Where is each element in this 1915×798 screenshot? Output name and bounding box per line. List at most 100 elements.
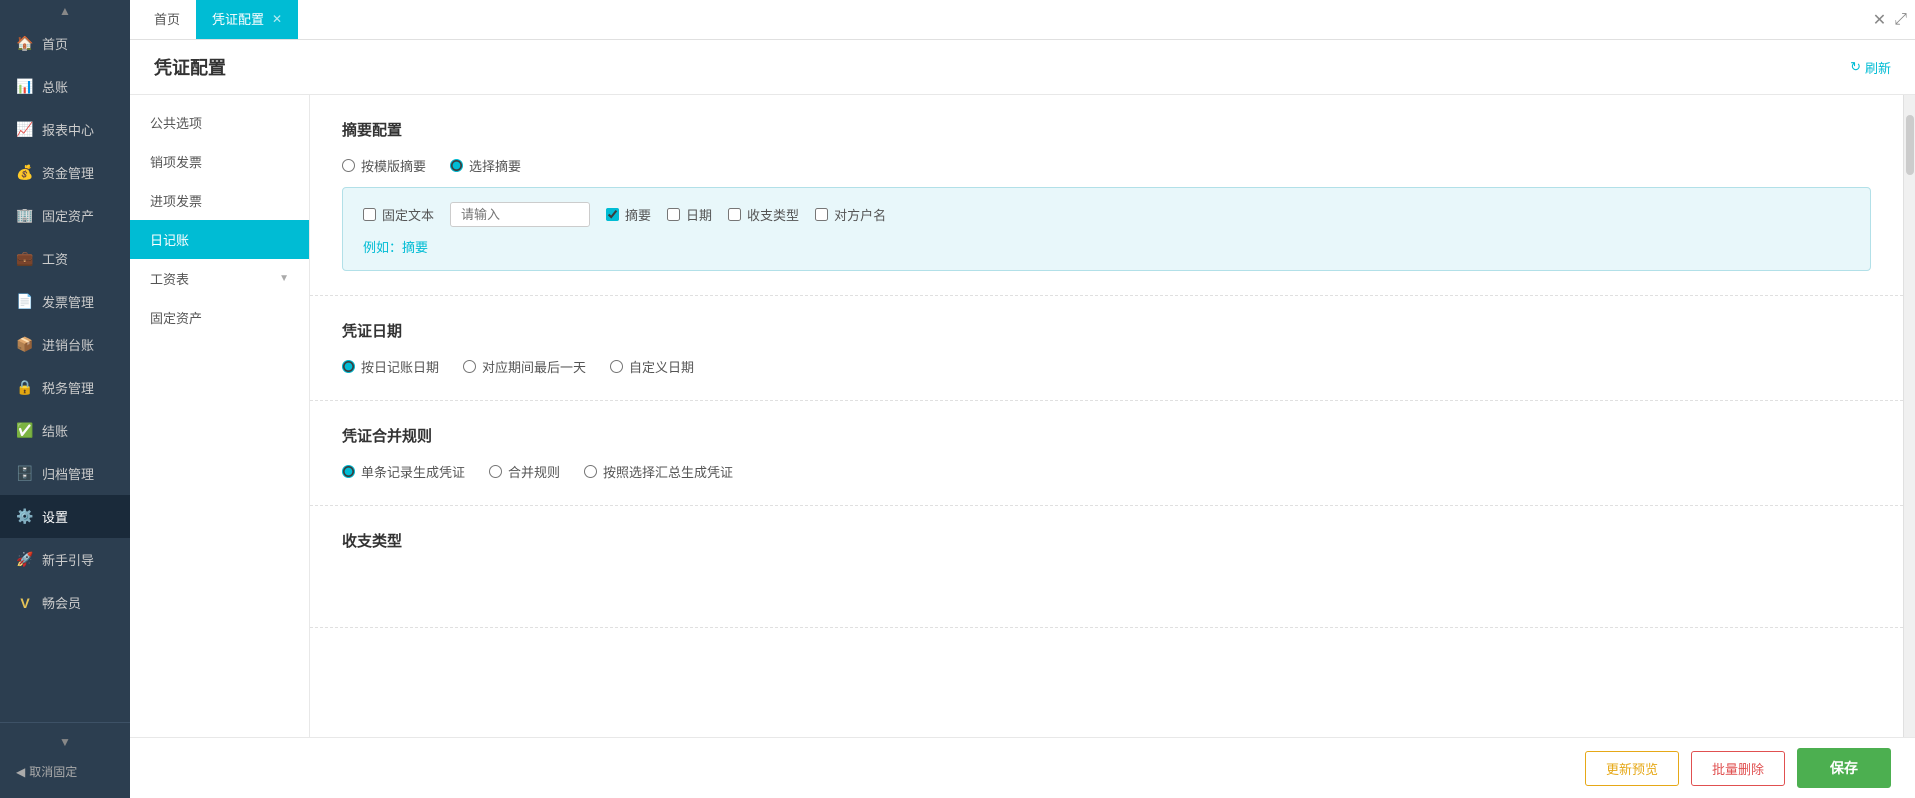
fixed-text-input[interactable] — [450, 202, 590, 227]
voucher-date-radio-group: 按日记账日期 对应期间最后一天 自定义日期 — [342, 357, 1871, 376]
tab-bar-actions: ✕ ⤢ — [1873, 10, 1907, 30]
tab-expand-icon[interactable]: ⤢ — [1894, 11, 1907, 29]
radio-merge-rule[interactable]: 合并规则 — [489, 462, 560, 481]
nav-public-options[interactable]: 公共选项 — [130, 103, 309, 142]
sidebar-item-ledger[interactable]: 📊 总账 — [0, 65, 130, 108]
cb-counterpart-input[interactable] — [815, 208, 828, 221]
sidebar-item-archive[interactable]: 🗄️ 归档管理 — [0, 452, 130, 495]
trade-ledger-icon: 📦 — [16, 336, 34, 353]
cb-summary-input[interactable] — [606, 208, 619, 221]
pin-icon: ◀ — [16, 765, 25, 779]
sidebar-item-member[interactable]: V 畅会员 — [0, 581, 130, 624]
left-nav: 公共选项 销项发票 进项发票 日记账 工资表 ▼ 固定资产 — [130, 95, 310, 737]
radio-select-summary[interactable]: 选择摘要 — [450, 156, 521, 175]
nav-fixed-assets[interactable]: 固定资产 — [130, 298, 309, 337]
bottom-bar: 更新预览 批量删除 保存 — [130, 737, 1915, 798]
chevron-down-icon: ▼ — [279, 273, 289, 284]
content-area: 凭证配置 ↻ 刷新 公共选项 销项发票 进项发票 日记账 — [130, 40, 1915, 798]
tab-voucher-config[interactable]: 凭证配置 ✕ — [196, 0, 298, 39]
page-title: 凭证配置 — [154, 54, 226, 80]
radio-select-merge[interactable]: 按照选择汇总生成凭证 — [584, 462, 733, 481]
radio-by-journal-date-input[interactable] — [342, 360, 355, 373]
cb-date-input[interactable] — [667, 208, 680, 221]
nav-journal[interactable]: 日记账 — [130, 220, 309, 259]
radio-select-input[interactable] — [450, 159, 463, 172]
radio-by-journal-date[interactable]: 按日记账日期 — [342, 357, 439, 376]
sidebar-item-assets[interactable]: 🏢 固定资产 — [0, 194, 130, 237]
nav-payroll-table[interactable]: 工资表 ▼ — [130, 259, 309, 298]
sidebar-scroll-up[interactable]: ▲ — [0, 0, 130, 22]
body-area: 公共选项 销项发票 进项发票 日记账 工资表 ▼ 固定资产 — [130, 95, 1915, 737]
sidebar-scroll-down[interactable]: ▼ — [0, 731, 130, 753]
update-preview-button[interactable]: 更新预览 — [1585, 751, 1679, 786]
voucher-date-title: 凭证日期 — [342, 320, 1871, 341]
refresh-button[interactable]: ↻ 刷新 — [1850, 58, 1891, 77]
income-type-title: 收支类型 — [342, 530, 1871, 551]
sidebar: ▲ 🏠 首页 📊 总账 📈 报表中心 💰 资金管理 🏢 固定资产 💼 工资 📄 … — [0, 0, 130, 798]
close-account-icon: ✅ — [16, 422, 34, 439]
ledger-icon: 📊 — [16, 78, 34, 95]
sidebar-item-reports[interactable]: 📈 报表中心 — [0, 108, 130, 151]
radio-merge-rule-input[interactable] — [489, 465, 502, 478]
sidebar-item-funds[interactable]: 💰 资金管理 — [0, 151, 130, 194]
cb-summary[interactable]: 摘要 — [606, 205, 651, 224]
sidebar-item-payroll[interactable]: 💼 工资 — [0, 237, 130, 280]
payroll-icon: 💼 — [16, 250, 34, 267]
cb-fixed-text-input[interactable] — [363, 208, 376, 221]
radio-single-record[interactable]: 单条记录生成凭证 — [342, 462, 465, 481]
cb-counterpart[interactable]: 对方户名 — [815, 205, 886, 224]
summary-checkbox-row: 固定文本 摘要 日期 — [363, 202, 1850, 227]
section-merge-rules: 凭证合并规则 单条记录生成凭证 合并规则 按照选择汇总生成凭证 — [310, 401, 1903, 506]
funds-icon: 💰 — [16, 164, 34, 181]
scrollbar-thumb[interactable] — [1906, 115, 1914, 175]
radio-custom-date-input[interactable] — [610, 360, 623, 373]
home-icon: 🏠 — [16, 35, 34, 52]
right-panel: 摘要配置 按模版摘要 选择摘要 — [310, 95, 1903, 737]
sidebar-item-trade-ledger[interactable]: 📦 进销台账 — [0, 323, 130, 366]
radio-custom-date[interactable]: 自定义日期 — [610, 357, 694, 376]
cb-date[interactable]: 日期 — [667, 205, 712, 224]
settings-icon: ⚙️ — [16, 508, 34, 525]
save-button[interactable]: 保存 — [1797, 748, 1891, 788]
refresh-icon: ↻ — [1850, 59, 1861, 75]
radio-last-day-input[interactable] — [463, 360, 476, 373]
section-voucher-date: 凭证日期 按日记账日期 对应期间最后一天 自定义日期 — [310, 296, 1903, 401]
tax-icon: 🔒 — [16, 379, 34, 396]
assets-icon: 🏢 — [16, 207, 34, 224]
tab-bar: 首页 凭证配置 ✕ ✕ ⤢ — [130, 0, 1915, 40]
sidebar-bottom: ▼ ◀ 取消固定 — [0, 722, 130, 798]
main-area: 首页 凭证配置 ✕ ✕ ⤢ 凭证配置 ↻ 刷新 公共选项 — [130, 0, 1915, 798]
sidebar-item-guide[interactable]: 🚀 新手引导 — [0, 538, 130, 581]
nav-sales-invoice[interactable]: 销项发票 — [130, 142, 309, 181]
sidebar-item-tax[interactable]: 🔒 税务管理 — [0, 366, 130, 409]
cancel-fixed-button[interactable]: ◀ 取消固定 — [0, 753, 130, 790]
radio-last-day[interactable]: 对应期间最后一天 — [463, 357, 586, 376]
section-summary-config: 摘要配置 按模版摘要 选择摘要 — [310, 95, 1903, 296]
member-icon: V — [16, 595, 34, 611]
sidebar-item-invoice-mgmt[interactable]: 📄 发票管理 — [0, 280, 130, 323]
tab-close-icon[interactable]: ✕ — [272, 12, 282, 26]
guide-icon: 🚀 — [16, 551, 34, 568]
summary-config-title: 摘要配置 — [342, 119, 1871, 140]
cb-fixed-text[interactable]: 固定文本 — [363, 205, 434, 224]
sidebar-item-settings[interactable]: ⚙️ 设置 — [0, 495, 130, 538]
cb-income-type-input[interactable] — [728, 208, 741, 221]
nav-purchase-invoice[interactable]: 进项发票 — [130, 181, 309, 220]
tab-home[interactable]: 首页 — [138, 0, 196, 39]
right-scrollbar[interactable] — [1903, 95, 1915, 737]
merge-rules-radio-group: 单条记录生成凭证 合并规则 按照选择汇总生成凭证 — [342, 462, 1871, 481]
tab-close-window-icon[interactable]: ✕ — [1873, 10, 1886, 30]
radio-single-record-input[interactable] — [342, 465, 355, 478]
summary-radio-group: 按模版摘要 选择摘要 — [342, 156, 1871, 175]
sidebar-item-home[interactable]: 🏠 首页 — [0, 22, 130, 65]
radio-select-merge-input[interactable] — [584, 465, 597, 478]
page-header: 凭证配置 ↻ 刷新 — [130, 40, 1915, 95]
merge-rules-title: 凭证合并规则 — [342, 425, 1871, 446]
archive-icon: 🗄️ — [16, 465, 34, 482]
batch-delete-button[interactable]: 批量删除 — [1691, 751, 1785, 786]
sidebar-item-close[interactable]: ✅ 结账 — [0, 409, 130, 452]
section-income-type: 收支类型 — [310, 506, 1903, 628]
cb-income-type[interactable]: 收支类型 — [728, 205, 799, 224]
radio-template-summary[interactable]: 按模版摘要 — [342, 156, 426, 175]
radio-template-input[interactable] — [342, 159, 355, 172]
